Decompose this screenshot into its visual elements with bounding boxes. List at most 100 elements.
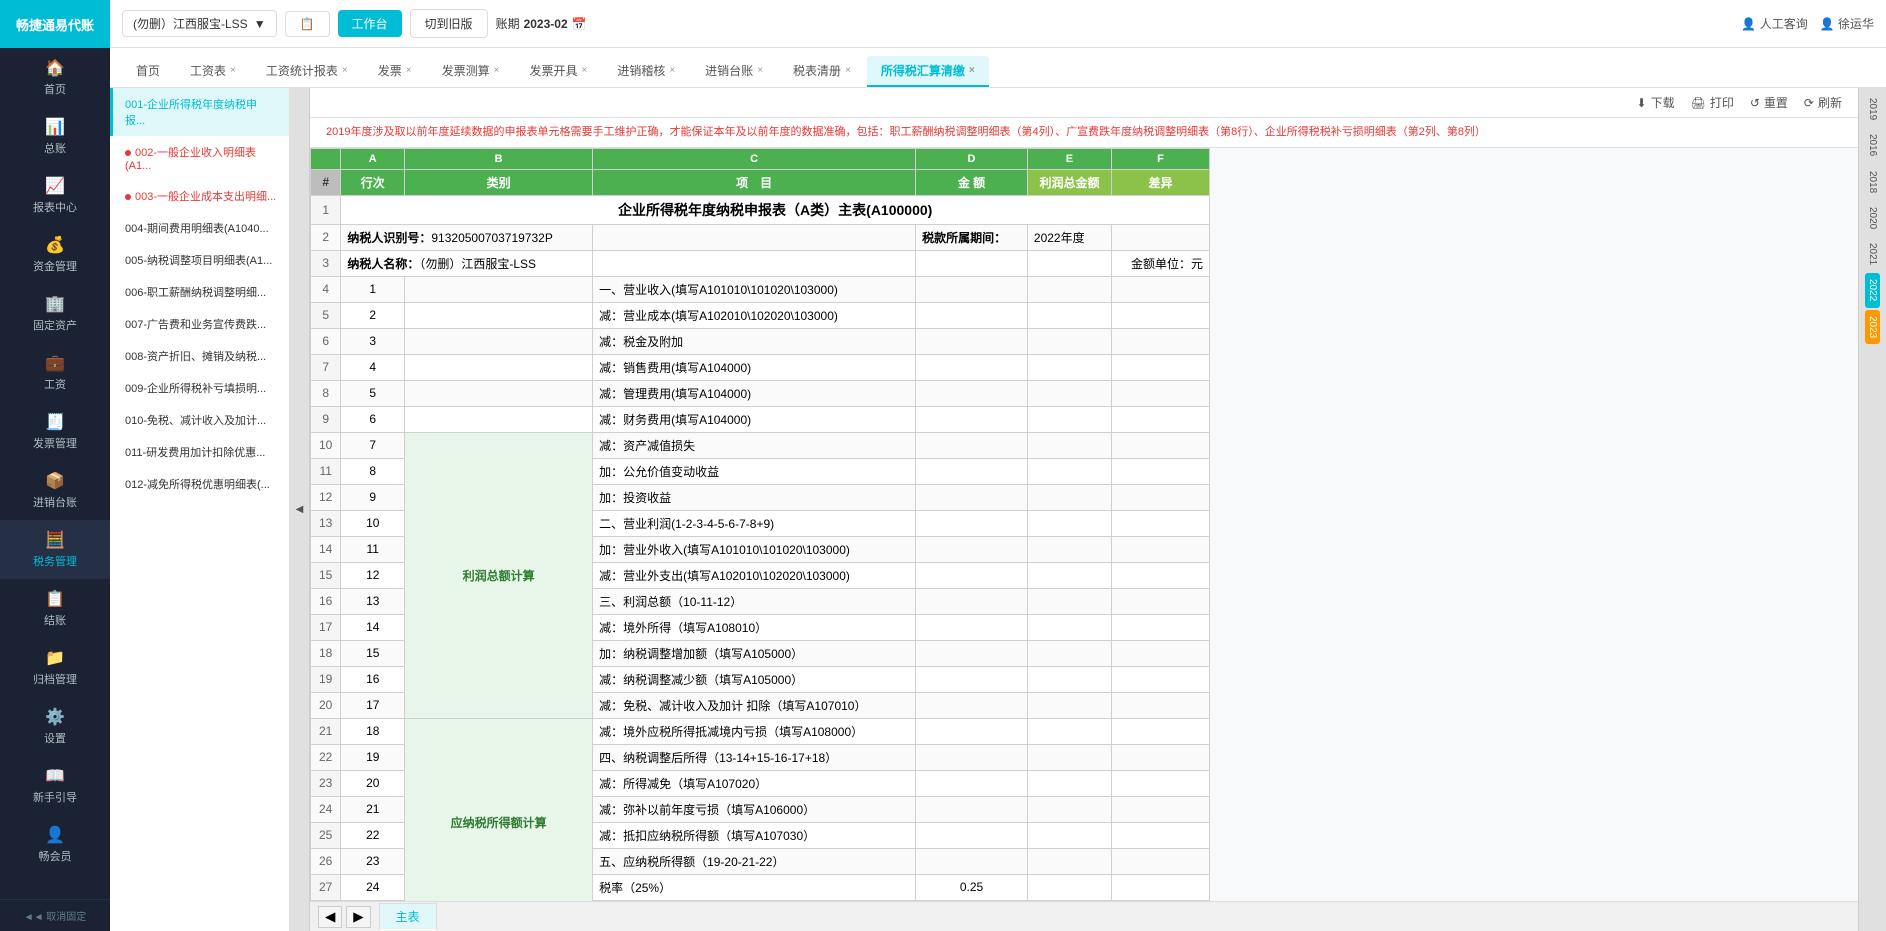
diff-cell[interactable] [1112, 822, 1210, 848]
diff-cell[interactable] [1112, 718, 1210, 744]
sidebar-item-salary[interactable]: 💼 工资 [0, 343, 110, 402]
amount-cell[interactable] [916, 848, 1028, 874]
diff-cell[interactable] [1112, 458, 1210, 484]
sidebar-item-report[interactable]: 📈 报表中心 [0, 166, 110, 225]
left-panel-item-010[interactable]: 010-免税、减计收入及加计... [110, 404, 289, 436]
profit-cell[interactable] [1027, 614, 1111, 640]
table-scroll[interactable]: A B C D E F # 行次 类别 项 目 金 额 [310, 148, 1858, 902]
left-panel-item-009[interactable]: 009-企业所得税补亏填损明... [110, 372, 289, 404]
diff-cell[interactable] [1112, 666, 1210, 692]
amount-cell[interactable] [916, 380, 1028, 406]
close-tab-invoice-open[interactable]: × [581, 65, 587, 76]
diff-cell[interactable] [1112, 848, 1210, 874]
workspace-button[interactable]: 工作台 [338, 10, 402, 37]
amount-cell[interactable] [916, 744, 1028, 770]
sidebar-item-member[interactable]: 👤 畅会员 [0, 815, 110, 874]
year-2021[interactable]: 2021 [1865, 237, 1880, 271]
profit-cell[interactable] [1027, 848, 1111, 874]
amount-cell[interactable] [916, 484, 1028, 510]
amount-cell[interactable]: 0.25 [916, 874, 1028, 900]
profit-cell[interactable] [1027, 276, 1111, 302]
cancel-fixed-button[interactable]: ◄◄ 取消固定 [0, 899, 110, 931]
tab-invoice-open[interactable]: 发票开具 × [515, 56, 601, 87]
amount-cell[interactable] [916, 692, 1028, 718]
bottom-tab-main[interactable]: 主表 [379, 903, 437, 930]
profit-cell[interactable] [1027, 692, 1111, 718]
tab-salary-stats[interactable]: 工资统计报表 × [252, 56, 362, 87]
switch-version-button[interactable]: 切到旧版 [410, 9, 488, 38]
download-button[interactable]: ⬇ 下载 [1637, 94, 1675, 111]
sidebar-item-home[interactable]: 🏠 首页 [0, 48, 110, 107]
year-2022[interactable]: 2022 [1865, 273, 1880, 307]
amount-cell[interactable] [916, 718, 1028, 744]
amount-cell[interactable] [916, 536, 1028, 562]
diff-cell[interactable] [1112, 640, 1210, 666]
diff-cell[interactable] [1112, 354, 1210, 380]
sidebar-item-archive[interactable]: 📁 归档管理 [0, 638, 110, 697]
year-2016[interactable]: 2016 [1865, 128, 1880, 162]
amount-cell[interactable] [916, 276, 1028, 302]
tab-purchase-ledger[interactable]: 进销台账 × [691, 56, 777, 87]
amount-cell[interactable] [916, 406, 1028, 432]
left-panel-item-004[interactable]: 004-期间费用明细表(A1040... [110, 212, 289, 244]
left-panel-item-007[interactable]: 007-广告费和业务宣传费跌... [110, 308, 289, 340]
diff-cell[interactable] [1112, 276, 1210, 302]
profit-cell[interactable] [1027, 796, 1111, 822]
profit-cell[interactable] [1027, 536, 1111, 562]
profit-cell[interactable] [1027, 718, 1111, 744]
amount-cell[interactable] [916, 510, 1028, 536]
close-tab-purchase-ledger[interactable]: × [757, 65, 763, 76]
profit-cell[interactable] [1027, 406, 1111, 432]
amount-cell[interactable] [916, 562, 1028, 588]
profit-cell[interactable] [1027, 302, 1111, 328]
left-panel-item-012[interactable]: 012-减免所得税优惠明细表(... [110, 468, 289, 500]
amount-cell[interactable] [916, 666, 1028, 692]
prev-sheet-button[interactable]: ◀ [318, 906, 342, 928]
close-tab-tax-clear[interactable]: × [845, 65, 851, 76]
tab-purchase-verify[interactable]: 进销稽核 × [603, 56, 689, 87]
left-panel-item-008[interactable]: 008-资产折旧、摊销及纳税... [110, 340, 289, 372]
amount-cell[interactable] [916, 770, 1028, 796]
year-2018[interactable]: 2018 [1865, 165, 1880, 199]
diff-cell[interactable] [1112, 796, 1210, 822]
profit-cell[interactable] [1027, 770, 1111, 796]
profit-cell[interactable] [1027, 510, 1111, 536]
left-panel-item-001[interactable]: 001-企业所得税年度纳税申报... [110, 88, 289, 136]
amount-cell[interactable] [916, 796, 1028, 822]
diff-cell[interactable] [1112, 588, 1210, 614]
amount-cell[interactable] [916, 822, 1028, 848]
profit-cell[interactable] [1027, 744, 1111, 770]
close-tab-purchase-verify[interactable]: × [669, 65, 675, 76]
tab-salary[interactable]: 工资表 × [176, 56, 250, 87]
reset-button[interactable]: ↺ 重置 [1750, 94, 1788, 111]
left-panel-item-006[interactable]: 006-职工薪酬纳税调整明细... [110, 276, 289, 308]
left-panel-item-002[interactable]: 002-一般企业收入明细表(A1... [110, 136, 289, 180]
amount-cell[interactable] [916, 432, 1028, 458]
diff-cell[interactable] [1112, 536, 1210, 562]
tab-income-tax[interactable]: 所得税汇算清缴 × [867, 56, 989, 87]
close-tab-income-tax[interactable]: × [969, 65, 975, 76]
left-panel-item-011[interactable]: 011-研发费用加计扣除优惠... [110, 436, 289, 468]
tab-tax-clear[interactable]: 税表清册 × [779, 56, 865, 87]
next-sheet-button[interactable]: ▶ [346, 906, 370, 928]
diff-cell[interactable] [1112, 510, 1210, 536]
sidebar-item-tax[interactable]: 🧮 税务管理 [0, 520, 110, 579]
tab-invoice-calc[interactable]: 发票测算 × [428, 56, 514, 87]
diff-cell[interactable] [1112, 328, 1210, 354]
amount-cell[interactable] [916, 302, 1028, 328]
sidebar-item-settings[interactable]: ⚙️ 设置 [0, 697, 110, 756]
profit-cell[interactable] [1027, 380, 1111, 406]
diff-cell[interactable] [1112, 614, 1210, 640]
close-tab-salary-stats[interactable]: × [342, 65, 348, 76]
close-tab-salary[interactable]: × [230, 65, 236, 76]
profit-cell[interactable] [1027, 458, 1111, 484]
year-2023[interactable]: 2023 [1865, 310, 1880, 344]
diff-cell[interactable] [1112, 770, 1210, 796]
profit-cell[interactable] [1027, 484, 1111, 510]
profit-cell[interactable] [1027, 640, 1111, 666]
print-button[interactable]: 🖨 打印 [1691, 94, 1734, 111]
year-2020[interactable]: 2020 [1865, 201, 1880, 235]
profit-cell[interactable] [1027, 354, 1111, 380]
refresh-button[interactable]: ⟳ 刷新 [1804, 94, 1842, 111]
user-service[interactable]: 👤 人工客询 [1741, 15, 1807, 32]
